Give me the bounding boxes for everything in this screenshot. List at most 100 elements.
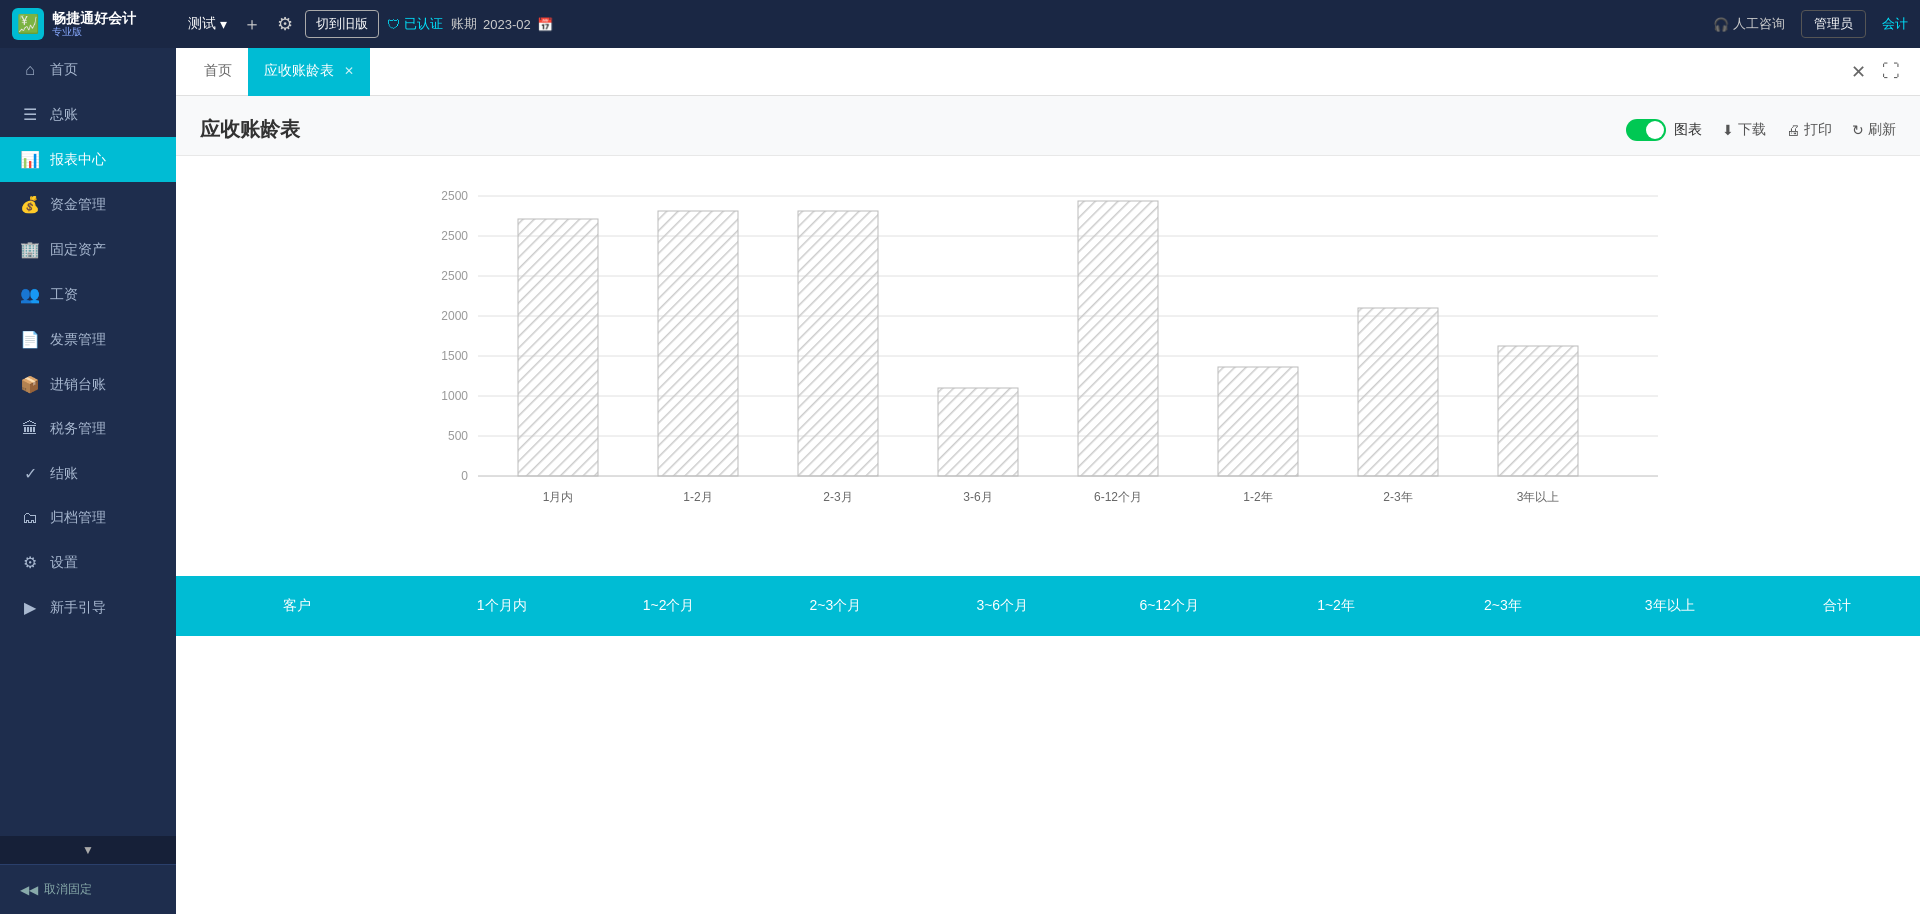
sidebar-icon-settings: ⚙ xyxy=(20,553,40,572)
expand-window-button[interactable]: ⛶ xyxy=(1878,57,1904,86)
svg-text:2000: 2000 xyxy=(441,309,468,323)
table-header-1: 1个月内 xyxy=(418,585,585,627)
sidebar-scroll-down[interactable]: ▼ xyxy=(0,836,176,864)
download-button[interactable]: ⬇ 下载 xyxy=(1722,121,1766,139)
bar-3年以上 xyxy=(1498,346,1578,476)
sidebar-item-settings[interactable]: ⚙ 设置 xyxy=(0,540,176,585)
tab-label-aging: 应收账龄表 xyxy=(264,62,334,80)
unpin-label: 取消固定 xyxy=(44,881,92,898)
sidebar-item-invoice[interactable]: 📄 发票管理 xyxy=(0,317,176,362)
table-header-8: 3年以上 xyxy=(1586,585,1753,627)
sidebar-item-closing[interactable]: ✓结账 xyxy=(0,451,176,496)
tab-aging[interactable]: 应收账龄表 ✕ xyxy=(248,48,370,96)
sidebar-icon-home: ⌂ xyxy=(20,61,40,79)
sidebar-item-guide[interactable]: ▶新手引导 xyxy=(0,585,176,630)
sidebar-icon-ledger: ☰ xyxy=(20,105,40,124)
sidebar-item-tax[interactable]: 🏛税务管理 xyxy=(0,407,176,451)
sidebar-icon-assets: 🏢 xyxy=(20,240,40,259)
svg-text:2500: 2500 xyxy=(441,189,468,203)
svg-text:2500: 2500 xyxy=(441,269,468,283)
svg-text:2-3年: 2-3年 xyxy=(1383,490,1412,504)
report-header: 应收账龄表 图表 ⬇ 下载 🖨 打印 xyxy=(176,96,1920,156)
logo-text: 畅捷通好会计 专业版 xyxy=(52,10,136,39)
sidebar-item-ledger[interactable]: ☰总账 xyxy=(0,92,176,137)
sidebar-icon-guide: ▶ xyxy=(20,598,40,617)
table-header-3: 2~3个月 xyxy=(752,585,919,627)
main-layout: ⌂首页☰总账📊报表中心💰资金管理🏢固定资产👥工资📄发票管理📦进销台账🏛税务管理✓… xyxy=(0,48,1920,914)
close-window-button[interactable]: ✕ xyxy=(1847,57,1870,87)
page-content: 应收账龄表 图表 ⬇ 下载 🖨 打印 xyxy=(176,96,1920,914)
tab-label-home: 首页 xyxy=(204,62,232,80)
sidebar: ⌂首页☰总账📊报表中心💰资金管理🏢固定资产👥工资 📄 发票管理 📦 进销台账 🏛税务管理✓… xyxy=(0,48,176,914)
report-actions: 图表 ⬇ 下载 🖨 打印 ↻ 刷新 xyxy=(1626,119,1896,141)
refresh-button[interactable]: ↻ 刷新 xyxy=(1852,121,1896,139)
sidebar-item-assets[interactable]: 🏢固定资产 xyxy=(0,227,176,272)
project-name: 测试 xyxy=(188,15,216,33)
report-title: 应收账龄表 xyxy=(200,116,300,143)
support-label: 人工咨询 xyxy=(1733,15,1785,33)
svg-text:1500: 1500 xyxy=(441,349,468,363)
sidebar-label-settings: 设置 xyxy=(50,554,78,572)
period-label: 账期 xyxy=(451,15,477,33)
bar-chart: 2500 2500 2500 2000 1500 1000 500 0 xyxy=(200,176,1896,556)
svg-text:3-6月: 3-6月 xyxy=(963,490,992,504)
print-label: 打印 xyxy=(1804,121,1832,139)
table-header-5: 6~12个月 xyxy=(1086,585,1253,627)
svg-text:500: 500 xyxy=(448,429,468,443)
download-icon: ⬇ xyxy=(1722,122,1734,138)
chart-svg-container: 2500 2500 2500 2000 1500 1000 500 0 xyxy=(200,176,1896,556)
pin-icon: ◀◀ xyxy=(20,883,38,897)
sidebar-label-invoice: 发票管理 xyxy=(50,331,106,349)
content-area: 首页应收账龄表✕ ✕ ⛶ 应收账龄表 图表 ⬇ xyxy=(176,48,1920,914)
report-container: 应收账龄表 图表 ⬇ 下载 🖨 打印 xyxy=(176,96,1920,914)
sidebar-icon-invoice: 📄 xyxy=(20,330,40,349)
sidebar-item-purchase[interactable]: 📦 进销台账 xyxy=(0,362,176,407)
calendar-icon[interactable]: 📅 xyxy=(537,17,553,32)
bar-2-3年 xyxy=(1358,308,1438,476)
svg-text:1-2年: 1-2年 xyxy=(1243,490,1272,504)
bar-1-2月 xyxy=(658,211,738,476)
sidebar-label-purchase: 进销台账 xyxy=(50,376,106,394)
download-label: 下载 xyxy=(1738,121,1766,139)
unpin-button[interactable]: ◀◀ 取消固定 xyxy=(10,875,166,904)
role-button[interactable]: 会计 xyxy=(1882,15,1908,33)
sidebar-item-funds[interactable]: 💰资金管理 xyxy=(0,182,176,227)
table-header-9: 合计 xyxy=(1753,585,1920,627)
sidebar-item-archive[interactable]: 🗂归档管理 xyxy=(0,496,176,540)
project-selector[interactable]: 测试 ▾ xyxy=(188,15,227,33)
sidebar-label-archive: 归档管理 xyxy=(50,509,106,527)
table-header-2: 1~2个月 xyxy=(585,585,752,627)
table-header-row: 客户1个月内1~2个月2~3个月3~6个月6~12个月1~2年2~3年3年以上合… xyxy=(176,576,1920,636)
settings-icon[interactable]: ⚙ xyxy=(273,9,297,39)
switch-version-button[interactable]: 切到旧版 xyxy=(305,10,379,38)
sidebar-icon-purchase: 📦 xyxy=(20,375,40,394)
svg-text:6-12个月: 6-12个月 xyxy=(1094,490,1142,504)
sidebar-label-closing: 结账 xyxy=(50,465,78,483)
sidebar-item-reports[interactable]: 📊报表中心 xyxy=(0,137,176,182)
chevron-down-icon: ▾ xyxy=(220,16,227,32)
bar-3-6月 xyxy=(938,388,1018,476)
logo-sub: 专业版 xyxy=(52,26,136,38)
user-button[interactable]: 管理员 xyxy=(1801,10,1866,38)
svg-text:1000: 1000 xyxy=(441,389,468,403)
logo: 💹 畅捷通好会计 专业版 xyxy=(12,8,172,40)
table-header-4: 3~6个月 xyxy=(919,585,1086,627)
chart-toggle-wrap: 图表 xyxy=(1626,119,1702,141)
topbar-actions: ＋ ⚙ 切到旧版 🛡 已认证 账期 2023-02 📅 xyxy=(239,8,553,40)
topbar: 💹 畅捷通好会计 专业版 测试 ▾ ＋ ⚙ 切到旧版 🛡 已认证 账期 2023… xyxy=(0,0,1920,48)
table-header-0: 客户 xyxy=(176,585,418,627)
tab-close-aging[interactable]: ✕ xyxy=(344,64,354,78)
support-button[interactable]: 🎧 人工咨询 xyxy=(1713,15,1785,33)
print-button[interactable]: 🖨 打印 xyxy=(1786,121,1832,139)
sidebar-label-tax: 税务管理 xyxy=(50,420,106,438)
bar-2-3月 xyxy=(798,211,878,476)
tab-home[interactable]: 首页 xyxy=(188,48,248,96)
add-button[interactable]: ＋ xyxy=(239,8,265,40)
chart-toggle[interactable] xyxy=(1626,119,1666,141)
svg-text:0: 0 xyxy=(461,469,468,483)
sidebar-icon-reports: 📊 xyxy=(20,150,40,169)
sidebar-icon-salary: 👥 xyxy=(20,285,40,304)
sidebar-item-salary[interactable]: 👥工资 xyxy=(0,272,176,317)
sidebar-item-home[interactable]: ⌂首页 xyxy=(0,48,176,92)
headset-icon: 🎧 xyxy=(1713,17,1729,32)
